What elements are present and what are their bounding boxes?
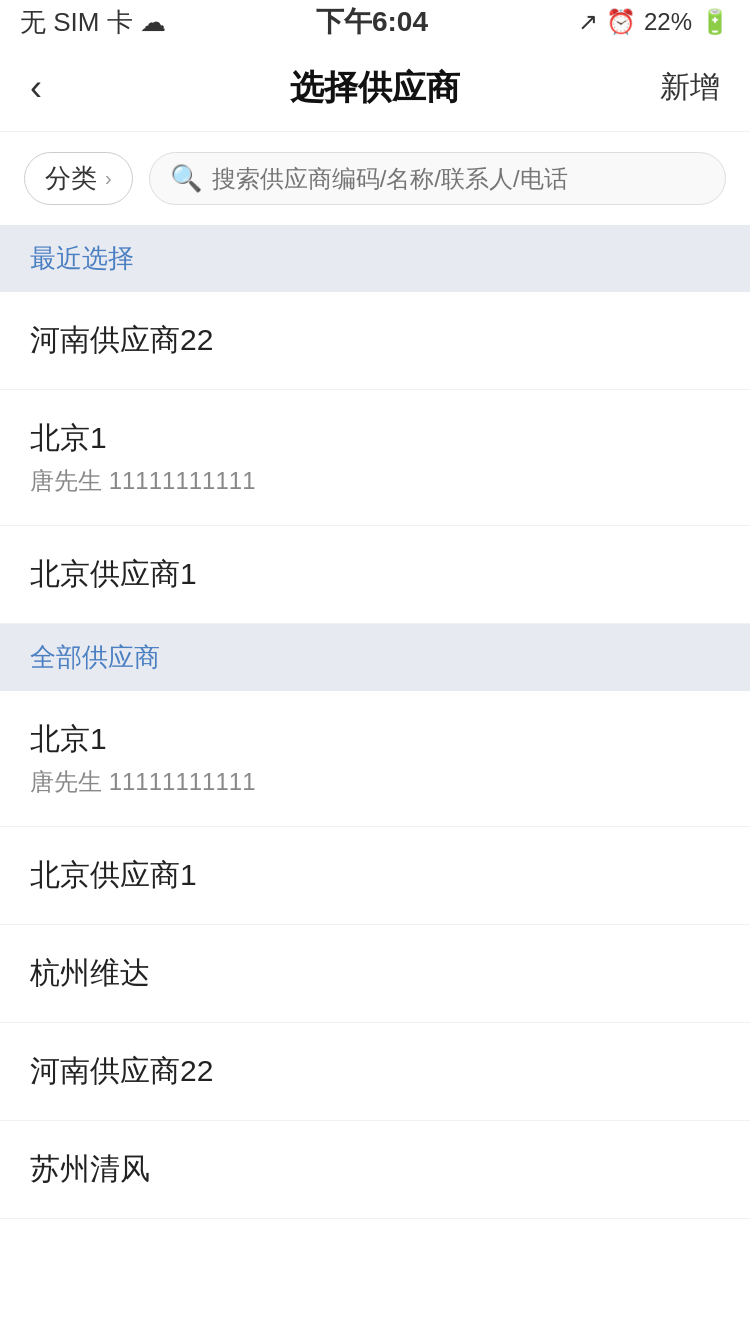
status-right: ↗ ⏰ 22% 🔋	[578, 8, 730, 36]
list-item[interactable]: 杭州维达	[0, 925, 750, 1023]
item-name: 苏州清风	[30, 1149, 720, 1190]
list-item[interactable]: 北京1 唐先生 11111111111	[0, 691, 750, 827]
status-time: 下午6:04	[316, 3, 428, 41]
section-header-label-all: 全部供应商	[30, 642, 160, 672]
section-header-recent: 最近选择	[0, 225, 750, 292]
add-button[interactable]: 新增	[660, 67, 720, 108]
chevron-right-icon: ›	[105, 167, 112, 190]
alarm-icon: ⏰	[606, 8, 636, 36]
item-name: 河南供应商22	[30, 320, 720, 361]
section-header-label-recent: 最近选择	[30, 243, 134, 273]
item-name: 北京供应商1	[30, 554, 720, 595]
search-icon: 🔍	[170, 163, 202, 194]
list-item[interactable]: 苏州清风	[0, 1121, 750, 1219]
list-item[interactable]: 北京供应商1	[0, 827, 750, 925]
item-name: 北京供应商1	[30, 855, 720, 896]
battery-status: 22%	[644, 8, 692, 36]
item-sub: 唐先生 11111111111	[30, 465, 720, 497]
search-box[interactable]: 🔍	[149, 152, 726, 205]
item-name: 河南供应商22	[30, 1051, 720, 1092]
list-item[interactable]: 北京供应商1	[0, 526, 750, 624]
back-button[interactable]: ‹	[30, 67, 90, 109]
category-filter-button[interactable]: 分类 ›	[24, 152, 133, 205]
battery-icon: 🔋	[700, 8, 730, 36]
list-item[interactable]: 河南供应商22	[0, 292, 750, 390]
item-name: 杭州维达	[30, 953, 720, 994]
list-item[interactable]: 北京1 唐先生 11111111111	[0, 390, 750, 526]
nav-bar: ‹ 选择供应商 新增	[0, 44, 750, 132]
status-bar: 无 SIM 卡 ☁ 下午6:04 ↗ ⏰ 22% 🔋	[0, 0, 750, 44]
item-name: 北京1	[30, 719, 720, 760]
category-label: 分类	[45, 161, 97, 196]
search-input[interactable]	[212, 165, 705, 193]
location-icon: ↗	[578, 8, 598, 36]
item-name: 北京1	[30, 418, 720, 459]
item-sub: 唐先生 11111111111	[30, 766, 720, 798]
page-title: 选择供应商	[290, 65, 460, 111]
supplier-list: 最近选择河南供应商22 北京1 唐先生 11111111111 北京供应商1 全部供应商…	[0, 225, 750, 1219]
status-left: 无 SIM 卡 ☁	[20, 5, 166, 40]
list-item[interactable]: 河南供应商22	[0, 1023, 750, 1121]
section-header-all: 全部供应商	[0, 624, 750, 691]
sim-status: 无 SIM 卡 ☁	[20, 5, 166, 40]
filter-bar: 分类 › 🔍	[0, 132, 750, 225]
